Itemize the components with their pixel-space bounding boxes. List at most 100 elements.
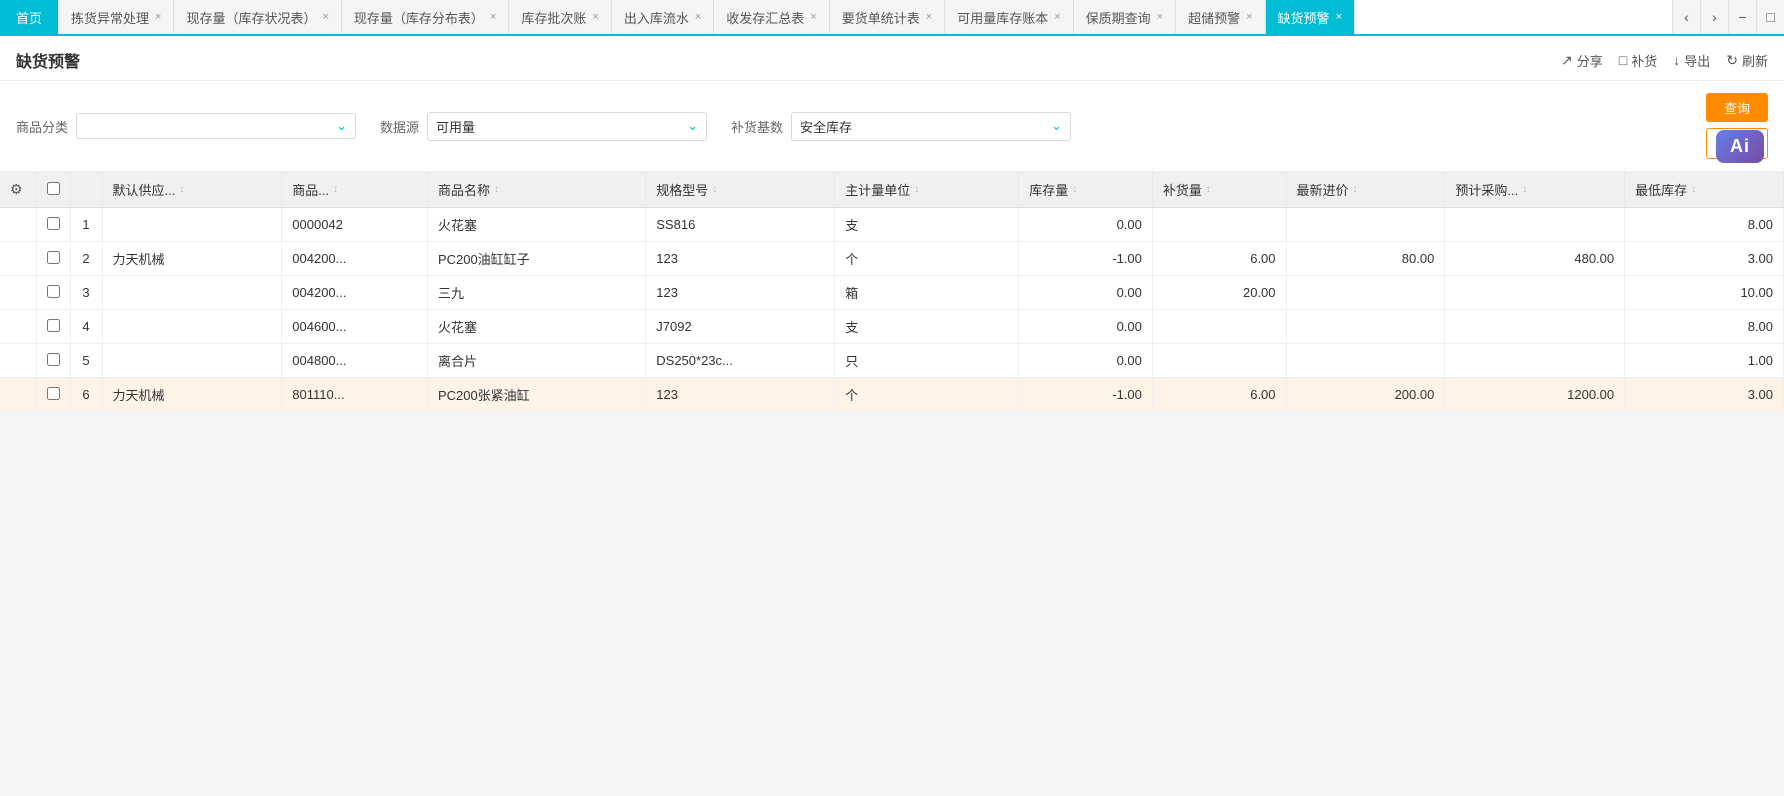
tab-label: 要货单统计表 (842, 8, 920, 27)
row-checkbox[interactable] (47, 387, 60, 400)
row-num: 4 (70, 310, 102, 344)
row-checkbox-cell (36, 242, 70, 276)
tab-close-icon[interactable]: × (1246, 11, 1252, 23)
tab-close-icon[interactable]: × (490, 11, 496, 23)
table-row: 1 0000042 火花塞 SS816 支 0.00 8.00 (0, 208, 1784, 242)
tab-maximize-btn[interactable]: □ (1756, 0, 1784, 35)
row-product-code: 0000042 (282, 208, 428, 242)
row-checkbox[interactable] (47, 319, 60, 332)
row-product-name: 火花塞 (427, 310, 645, 344)
tab-label: 可用量库存账本 (957, 8, 1048, 27)
replenish-btn[interactable]: □ 补货 (1619, 51, 1657, 70)
row-checkbox[interactable] (47, 353, 60, 366)
tab-item-order[interactable]: 要货单统计表 × (830, 0, 945, 35)
tab-item-summary[interactable]: 收发存汇总表× (714, 0, 829, 35)
tab-label: 超储预警 (1188, 8, 1240, 27)
refresh-btn[interactable]: ↻ 刷新 (1726, 51, 1768, 70)
row-checkbox[interactable] (47, 251, 60, 264)
tab-item-stock2[interactable]: 现存量（库存分布表）× (342, 0, 509, 35)
commodity-category-select[interactable]: ⌄ (76, 113, 356, 139)
stock-sort-icon[interactable]: ↕ (1072, 184, 1077, 195)
row-min-stock: 3.00 (1625, 242, 1784, 276)
row-checkbox-cell (36, 378, 70, 412)
spec-sort-icon[interactable]: ↕ (712, 184, 717, 195)
row-settings-cell (0, 242, 36, 276)
row-checkbox[interactable] (47, 285, 60, 298)
tab-item-picking[interactable]: 拣货异常处理 × (59, 0, 174, 35)
query-button[interactable]: 查询 (1706, 93, 1768, 122)
tab-label: 拣货异常处理 (71, 8, 149, 27)
ai-label: Ai (1730, 136, 1750, 156)
stock-col-label: 库存量 (1029, 180, 1068, 199)
supplier-sort-icon[interactable]: ↕ (179, 184, 184, 195)
latest-price-sort-icon[interactable]: ↕ (1353, 184, 1358, 195)
tab-item-stock1[interactable]: 现存量（库存状况表） × (174, 0, 341, 35)
row-product-code: 801110... (282, 378, 428, 412)
row-supplier (102, 276, 282, 310)
row-spec: SS816 (646, 208, 835, 242)
row-settings-cell (0, 378, 36, 412)
product-code-sort-icon[interactable]: ↕ (333, 184, 338, 195)
row-latest-price: 80.00 (1286, 242, 1445, 276)
tab-item-shortage[interactable]: 缺货预警× (1266, 0, 1355, 35)
row-replenish: 6.00 (1152, 242, 1286, 276)
tab-home[interactable]: 首页 (0, 0, 59, 35)
row-checkbox[interactable] (47, 217, 60, 230)
row-spec: 123 (646, 242, 835, 276)
row-min-stock: 10.00 (1625, 276, 1784, 310)
row-unit: 支 (835, 310, 1019, 344)
tab-item-overstock[interactable]: 超储预警 × (1176, 0, 1265, 35)
tab-close-icon[interactable]: × (155, 11, 161, 23)
gear-icon[interactable]: ⚙ (10, 181, 23, 197)
row-checkbox-cell (36, 276, 70, 310)
refresh-label: 刷新 (1742, 51, 1768, 70)
settings-col-header: ⚙ (0, 172, 36, 208)
export-btn[interactable]: ↓ 导出 (1673, 51, 1710, 70)
tab-close-icon[interactable]: × (1336, 11, 1342, 23)
data-source-select[interactable]: 可用量 ⌄ (427, 112, 707, 141)
tab-prev-btn[interactable]: ‹ (1672, 0, 1700, 35)
row-stock: 0.00 (1019, 310, 1153, 344)
tab-close-icon[interactable]: × (1054, 11, 1060, 23)
data-source-value: 可用量 (436, 117, 475, 136)
product-name-sort-icon[interactable]: ↕ (494, 184, 499, 195)
tab-label: 现存量（库存状况表） (186, 8, 316, 27)
product-name-col-label: 商品名称 (438, 180, 490, 199)
row-replenish: 20.00 (1152, 276, 1286, 310)
data-source-label: 数据源 (380, 117, 419, 136)
replenish-basis-value: 安全库存 (800, 117, 852, 136)
replenish-basis-select[interactable]: 安全库存 ⌄ (791, 112, 1071, 141)
tab-item-available[interactable]: 可用量库存账本 × (945, 0, 1073, 35)
tab-close-icon[interactable]: × (695, 11, 701, 23)
row-supplier: 力天机械 (102, 378, 282, 412)
est-purchase-sort-icon[interactable]: ↕ (1522, 184, 1527, 195)
row-num: 3 (70, 276, 102, 310)
page-title: 缺货预警 (16, 48, 80, 72)
tab-close-icon[interactable]: × (926, 11, 932, 23)
replenish-basis-arrow: ⌄ (1051, 118, 1062, 134)
tab-item-batch[interactable]: 库存批次账× (509, 0, 611, 35)
replenish-icon: □ (1619, 52, 1627, 68)
row-supplier (102, 344, 282, 378)
row-replenish (1152, 310, 1286, 344)
select-all-checkbox[interactable] (47, 182, 60, 195)
tab-close-icon[interactable]: × (322, 11, 328, 23)
row-product-name: 三九 (427, 276, 645, 310)
tab-item-flow[interactable]: 出入库流水× (612, 0, 714, 35)
replenish-sort-icon[interactable]: ↕ (1206, 184, 1211, 195)
tab-minimize-btn[interactable]: − (1728, 0, 1756, 35)
latest-price-col-label: 最新进价 (1297, 180, 1349, 199)
row-min-stock: 3.00 (1625, 378, 1784, 412)
product-code-col-header: 商品... ↕ (282, 172, 428, 208)
tab-close-icon[interactable]: × (1157, 11, 1163, 23)
tab-close-icon[interactable]: × (810, 11, 816, 23)
tab-next-btn[interactable]: › (1700, 0, 1728, 35)
share-btn[interactable]: ↗ 分享 (1561, 51, 1603, 70)
unit-sort-icon[interactable]: ↕ (914, 184, 919, 195)
tab-close-icon[interactable]: × (592, 11, 598, 23)
row-product-code: 004800... (282, 344, 428, 378)
row-product-name: 离合片 (427, 344, 645, 378)
min-stock-sort-icon[interactable]: ↕ (1691, 184, 1696, 195)
ai-badge[interactable]: Ai (1716, 130, 1764, 163)
tab-item-expiry[interactable]: 保质期查询× (1074, 0, 1176, 35)
